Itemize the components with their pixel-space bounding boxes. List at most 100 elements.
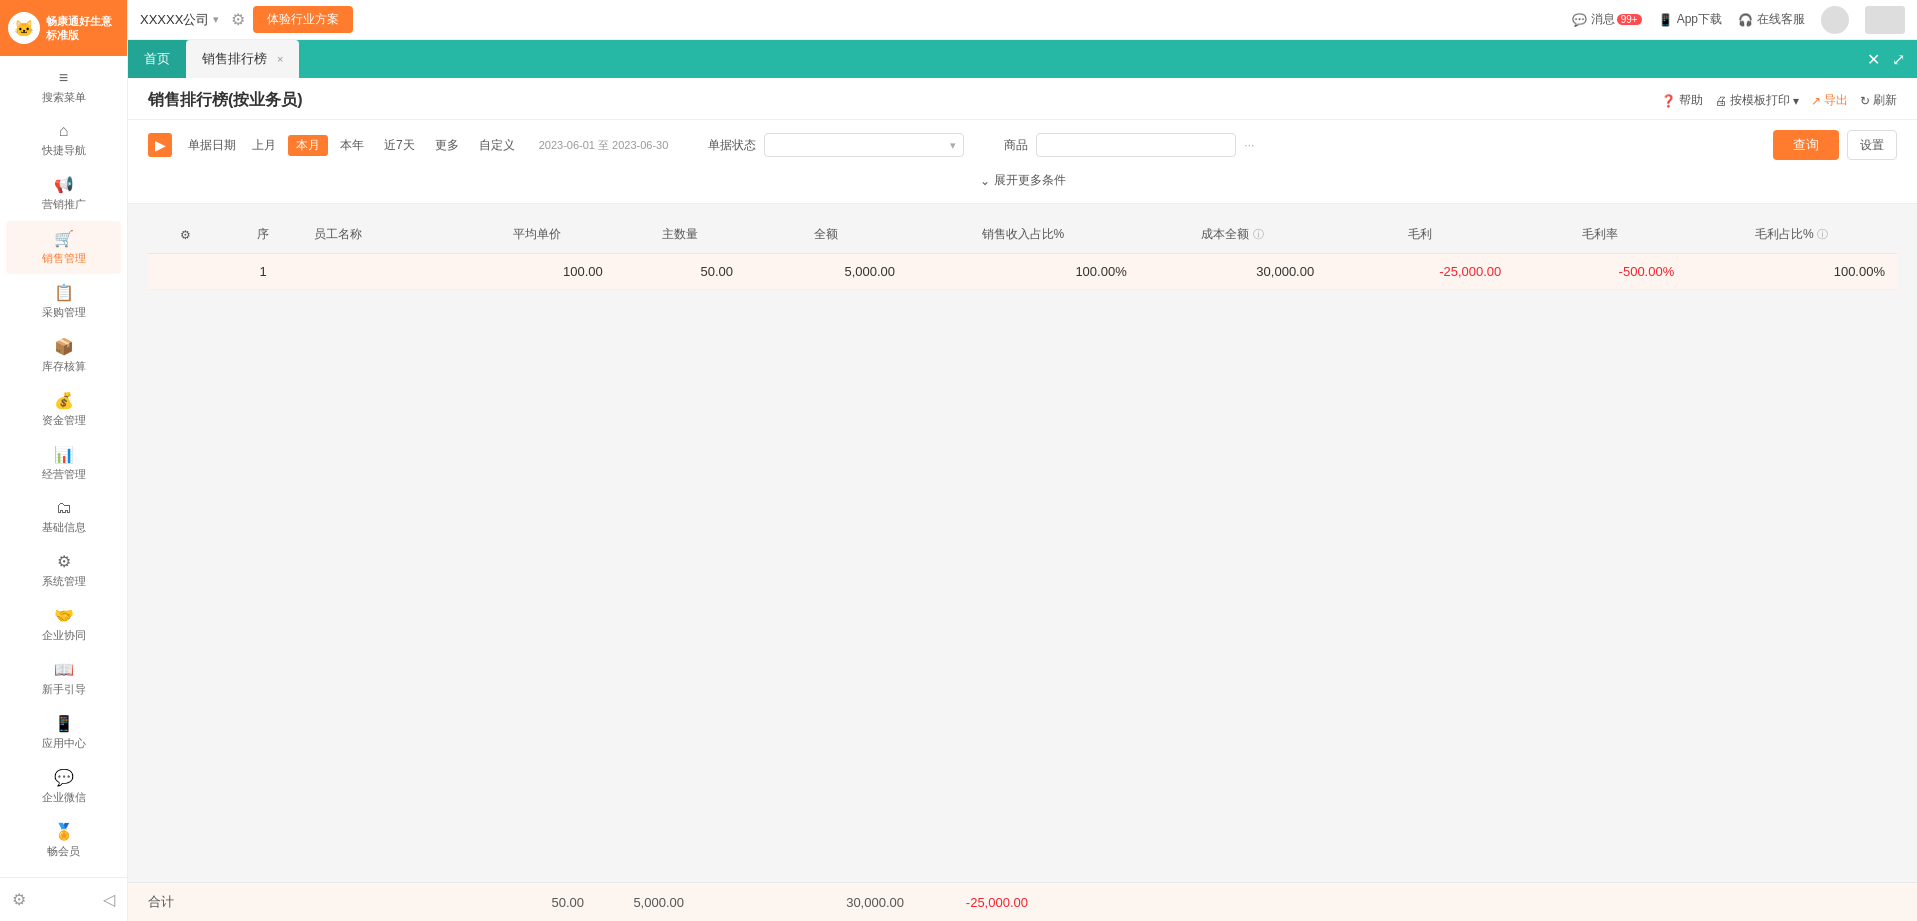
company-selector[interactable]: XXXXX公司 ▾ (140, 11, 219, 29)
date-filter-label: 单据日期 (188, 137, 236, 154)
restore-window-icon[interactable]: ⤢ (1892, 50, 1905, 69)
collapse-sidebar-icon[interactable]: ◁ (99, 886, 119, 913)
logo-icon: 🐱 (8, 12, 40, 44)
status-select-wrapper (764, 133, 964, 157)
filter-right-actions: 查询 设置 (1773, 130, 1897, 160)
message-badge: 99+ (1617, 14, 1642, 25)
wechat-icon: 💬 (54, 768, 74, 787)
sidebar-item-label: 新手引导 (42, 682, 86, 697)
topbar: XXXXX公司 ▾ ⚙ 体验行业方案 💬 消息 99+ 📱 App下载 🎧 在线… (128, 0, 1917, 40)
sidebar-item-inventory[interactable]: 📦库存核算 (6, 329, 121, 382)
sidebar-item-label: 企业协同 (42, 628, 86, 643)
sidebar-item-marketing[interactable]: 📢 营销推广 (6, 167, 121, 220)
online-service-label: 在线客服 (1757, 11, 1805, 28)
company-name: XXXXX公司 (140, 11, 209, 29)
sidebar-item-enterprise[interactable]: 🤝企业协同 (6, 598, 121, 651)
col-header-amount: 全额 (745, 216, 907, 254)
cost-info-icon[interactable]: ⓘ (1253, 228, 1264, 240)
tab-actions: ✕ ⤢ (1867, 50, 1917, 69)
goods-filter-label: 商品 (1004, 137, 1028, 154)
profit-pct-info-icon[interactable]: ⓘ (1817, 228, 1828, 240)
help-btn[interactable]: ❓ 帮助 (1661, 92, 1703, 109)
home-tab-label: 首页 (144, 50, 170, 68)
sidebar-item-quicknav[interactable]: ⌂快捷导航 (6, 114, 121, 166)
sidebar-item-finance[interactable]: 💰资金管理 (6, 383, 121, 436)
sidebar-item-member[interactable]: 🏅畅会员 (6, 814, 121, 867)
user-avatar[interactable] (1821, 6, 1849, 34)
page-header-actions: ❓ 帮助 🖨 按模板打印 ▾ ↗ 导出 ↻ 刷新 (1661, 92, 1897, 109)
sidebar-item-label: 搜索菜单 (42, 90, 86, 105)
cell-profit-rate: -500.00% (1513, 254, 1686, 290)
message-btn[interactable]: 💬 消息 99+ (1572, 11, 1642, 28)
trial-button[interactable]: 体验行业方案 (253, 6, 353, 33)
footer-qty: 50.00 (508, 895, 608, 910)
sidebar-item-label: 资金管理 (42, 413, 86, 428)
help-icon: ❓ (1661, 94, 1676, 108)
topbar-settings-icon[interactable]: ⚙ (231, 10, 245, 29)
col-header-profit: 毛利 (1326, 216, 1513, 254)
apps-icon: 📱 (54, 714, 74, 733)
filter-row: ▶ 单据日期 上月本月本年近7天更多自定义 2023-06-01 至 2023-… (148, 130, 1897, 160)
member-icon: 🏅 (54, 822, 74, 841)
app-download-btn[interactable]: 📱 App下载 (1658, 11, 1722, 28)
col-header-index: 序 (224, 216, 302, 254)
sidebar-item-operations[interactable]: 📊经营管理 (6, 437, 121, 490)
main-area: XXXXX公司 ▾ ⚙ 体验行业方案 💬 消息 99+ 📱 App下载 🎧 在线… (128, 0, 1917, 921)
query-button[interactable]: 查询 (1773, 130, 1839, 160)
sidebar-bottom: ⚙ ◁ (0, 877, 127, 921)
user-name-area (1865, 6, 1905, 34)
refresh-btn[interactable]: ↻ 刷新 (1860, 92, 1897, 109)
nav-tabs: 首页 销售排行榜 × ✕ ⤢ (128, 40, 1917, 78)
app-logo: 🐱 畅康通好生意 标准版 (0, 0, 127, 56)
tab-close-icon[interactable]: × (277, 53, 283, 65)
footer-cost: 30,000.00 (828, 895, 928, 910)
table-header-row: ⚙ 序 员工名称 平均单价 主数量 全额 销售收入占比% 成本全额 ⓘ 毛利 毛… (148, 216, 1897, 254)
date-tab-自定义[interactable]: 自定义 (471, 135, 523, 156)
page-content: 销售排行榜(按业务员) ❓ 帮助 🖨 按模板打印 ▾ ↗ 导出 ↻ 刷新 (128, 78, 1917, 921)
sidebar-item-label: 库存核算 (42, 359, 86, 374)
topbar-right: 💬 消息 99+ 📱 App下载 🎧 在线客服 (1572, 6, 1905, 34)
sidebar-item-basicinfo[interactable]: 🗂基础信息 (6, 491, 121, 543)
sidebar: 🐱 畅康通好生意 标准版 ≡搜索菜单⌂快捷导航 📢 营销推广 🛒销售管理📋采购管理📦库… (0, 0, 128, 921)
goods-more-icon[interactable]: ··· (1244, 138, 1254, 152)
sidebar-item-label: 营销推广 (42, 197, 86, 212)
sidebar-menu: ≡搜索菜单⌂快捷导航 📢 营销推广 🛒销售管理📋采购管理📦库存核算💰资金管理📊经营管理… (0, 56, 127, 877)
headset-icon: 🎧 (1738, 13, 1753, 27)
date-tab-上月[interactable]: 上月 (244, 135, 284, 156)
filter-toggle-btn[interactable]: ▶ (148, 133, 172, 157)
status-select[interactable] (764, 133, 964, 157)
sidebar-item-search[interactable]: ≡搜索菜单 (6, 61, 121, 113)
sidebar-item-wechat[interactable]: 💬 企业微信 (6, 760, 121, 813)
date-tab-本月[interactable]: 本月 (288, 135, 328, 156)
sidebar-item-sales[interactable]: 🛒销售管理 (6, 221, 121, 274)
logo-text: 畅康通好生意 标准版 (46, 14, 112, 43)
tab-sales-ranking[interactable]: 销售排行榜 × (186, 40, 299, 78)
sidebar-item-label: 应用中心 (42, 736, 86, 751)
settings-gear-icon[interactable]: ⚙ (8, 886, 30, 913)
expand-down-icon: ⌄ (980, 174, 990, 188)
cell-sales-pct: 100.00% (907, 254, 1139, 290)
sidebar-item-apps[interactable]: 📱 应用中心 (6, 706, 121, 759)
footer-profit: -25,000.00 (928, 895, 1028, 910)
expand-filter-btn[interactable]: ⌄ 展开更多条件 (968, 168, 1078, 193)
goods-input[interactable] (1036, 133, 1236, 157)
date-tab-本年[interactable]: 本年 (332, 135, 372, 156)
close-window-icon[interactable]: ✕ (1867, 50, 1880, 69)
date-tab-近7天[interactable]: 近7天 (376, 135, 423, 156)
sidebar-item-label: 采购管理 (42, 305, 86, 320)
sidebar-item-guide[interactable]: 📖新手引导 (6, 652, 121, 705)
date-tab-更多[interactable]: 更多 (427, 135, 467, 156)
marketing-icon: 📢 (54, 175, 74, 194)
filter-settings-button[interactable]: 设置 (1847, 130, 1897, 160)
sidebar-item-label: 经营管理 (42, 467, 86, 482)
export-btn[interactable]: ↗ 导出 (1811, 92, 1848, 109)
col-header-profit-pct: 毛利占比% ⓘ (1686, 216, 1897, 254)
col-header-name: 员工名称 (302, 216, 458, 254)
template-print-btn[interactable]: 🖨 按模板打印 ▾ (1715, 92, 1799, 109)
tab-home[interactable]: 首页 (128, 40, 186, 78)
online-service-btn[interactable]: 🎧 在线客服 (1738, 11, 1805, 28)
page-header: 销售排行榜(按业务员) ❓ 帮助 🖨 按模板打印 ▾ ↗ 导出 ↻ 刷新 (128, 78, 1917, 120)
sidebar-item-purchase[interactable]: 📋采购管理 (6, 275, 121, 328)
sidebar-item-system[interactable]: ⚙系统管理 (6, 544, 121, 597)
sidebar-item-label: 企业微信 (42, 790, 86, 805)
